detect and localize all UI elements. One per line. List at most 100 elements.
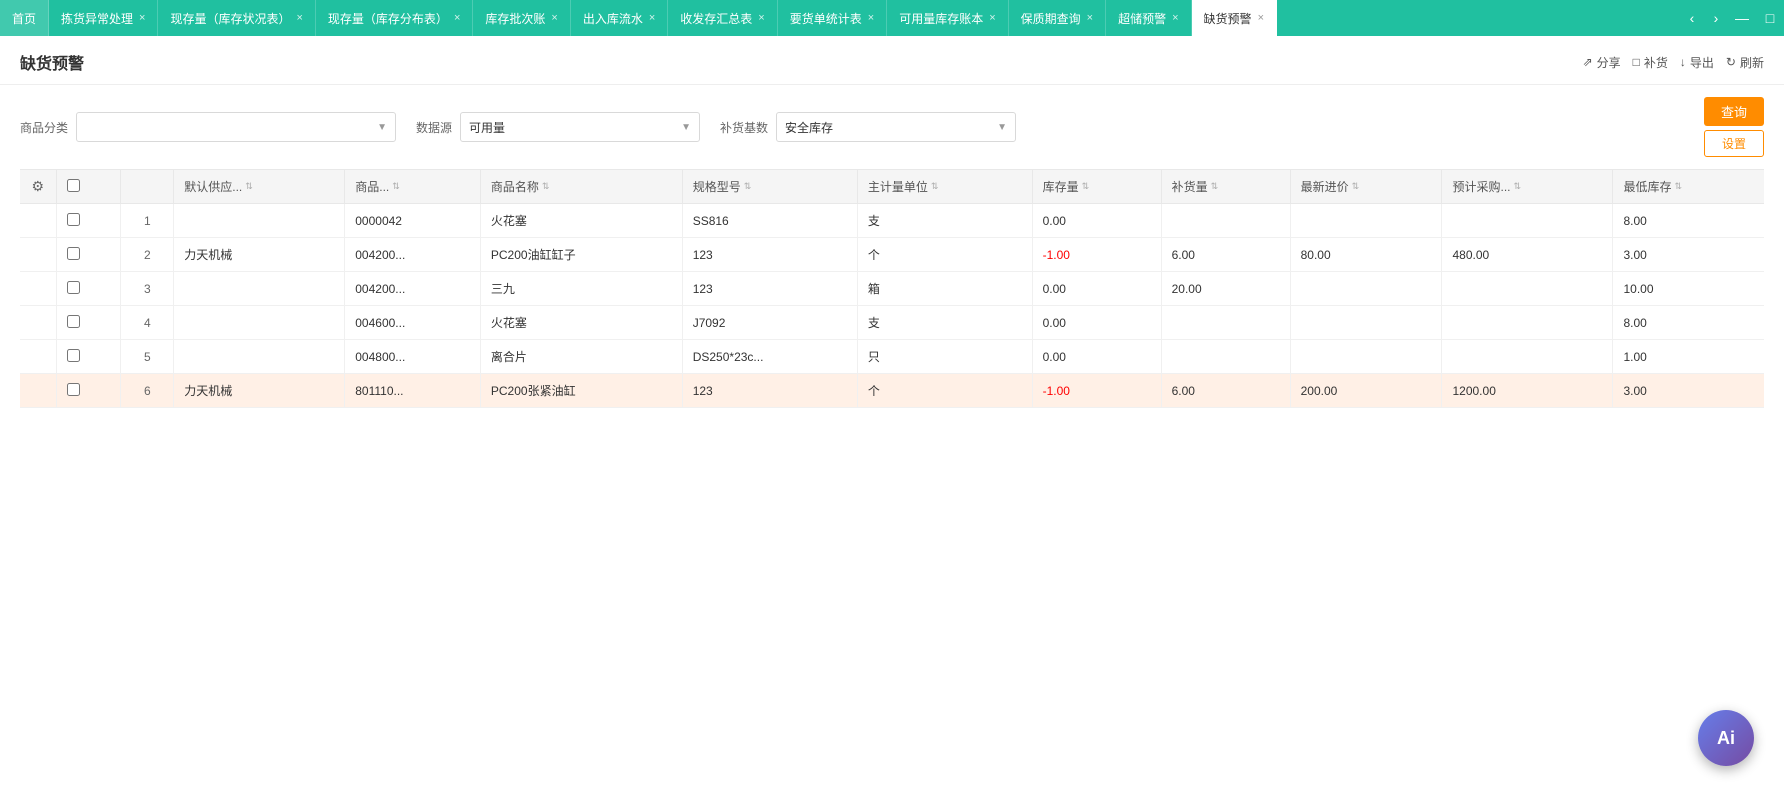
close-icon[interactable]: ×	[1172, 12, 1178, 24]
col-replenish: 补货量 ⇅	[1161, 170, 1290, 204]
col-unit: 主计量单位 ⇅	[857, 170, 1032, 204]
tab-batch-account[interactable]: 库存批次账 ×	[473, 0, 570, 36]
table-row[interactable]: 5 004800... 离合片 DS250*23c... 只 0.00 1.00	[20, 340, 1764, 374]
export-button[interactable]: ↓ 导出	[1680, 54, 1714, 71]
close-icon[interactable]: ×	[649, 12, 655, 24]
tab-summary[interactable]: 收发存汇总表 ×	[668, 0, 777, 36]
filter-group-category: 商品分类 ▼	[20, 112, 396, 142]
row-item-name: 火花塞	[480, 204, 682, 238]
row-select-checkbox[interactable]	[67, 383, 80, 396]
row-stock: 0.00	[1032, 204, 1161, 238]
sort-replenish[interactable]: 补货量 ⇅	[1172, 178, 1219, 195]
sort-min-stock[interactable]: 最低库存 ⇅	[1623, 178, 1682, 195]
table-row[interactable]: 1 0000042 火花塞 SS816 支 0.00 8.00	[20, 204, 1764, 238]
datasource-select[interactable]: 可用量 ▼	[460, 112, 700, 142]
row-estimated-purchase	[1442, 306, 1613, 340]
table-row[interactable]: 2 力天机械 004200... PC200油缸缸子 123 个 -1.00 6…	[20, 238, 1764, 272]
row-spec: 123	[682, 374, 857, 408]
close-icon[interactable]: ×	[139, 12, 145, 24]
row-select-checkbox[interactable]	[67, 315, 80, 328]
category-select[interactable]: ▼	[76, 112, 396, 142]
datasource-label: 数据源	[416, 119, 452, 136]
tab-home[interactable]: 首页	[0, 0, 49, 36]
tab-inventory-dist[interactable]: 现存量（库存分布表） ×	[316, 0, 473, 36]
row-min-stock: 8.00	[1613, 204, 1764, 238]
close-icon[interactable]: ×	[296, 12, 302, 24]
chevron-down-icon: ▼	[681, 122, 691, 133]
close-icon[interactable]: ×	[989, 12, 995, 24]
row-stock: 0.00	[1032, 272, 1161, 306]
refresh-button[interactable]: ↻ 刷新	[1726, 54, 1764, 71]
col-stock: 库存量 ⇅	[1032, 170, 1161, 204]
table-row[interactable]: 6 力天机械 801110... PC200张紧油缸 123 个 -1.00 6…	[20, 374, 1764, 408]
replenish-base-select[interactable]: 安全库存 ▼	[776, 112, 1016, 142]
select-all-checkbox[interactable]	[67, 179, 80, 192]
row-spec: J7092	[682, 306, 857, 340]
row-select-checkbox[interactable]	[67, 281, 80, 294]
tab-scroll-left[interactable]: ‹	[1680, 0, 1704, 36]
row-select-checkbox[interactable]	[67, 213, 80, 226]
ai-assistant-button[interactable]: Ai	[1698, 710, 1754, 766]
tab-pick-exception[interactable]: 拣货异常处理 ×	[49, 0, 158, 36]
sort-stock[interactable]: 库存量 ⇅	[1043, 178, 1090, 195]
tab-scroll-right[interactable]: ›	[1704, 0, 1728, 36]
row-latest-price	[1290, 272, 1442, 306]
main-content: 缺货预警 ⇗ 分享 □ 补货 ↓ 导出 ↻ 刷新 商品分类	[0, 36, 1784, 796]
table-row[interactable]: 3 004200... 三九 123 箱 0.00 20.00 10.00	[20, 272, 1764, 306]
sort-unit[interactable]: 主计量单位 ⇅	[868, 178, 939, 195]
table-row[interactable]: 4 004600... 火花塞 J7092 支 0.00 8.00	[20, 306, 1764, 340]
settings-button[interactable]: 设置	[1704, 130, 1764, 157]
row-replenish	[1161, 204, 1290, 238]
row-item-code: 004200...	[345, 238, 481, 272]
tab-shortage[interactable]: 缺货预警 ×	[1192, 0, 1277, 36]
row-spec: 123	[682, 238, 857, 272]
row-supplier	[174, 272, 345, 306]
tab-available-stock[interactable]: 可用量库存账本 ×	[887, 0, 1008, 36]
close-icon[interactable]: ×	[868, 12, 874, 24]
sort-item-name[interactable]: 商品名称 ⇅	[491, 178, 550, 195]
filter-row: 商品分类 ▼ 数据源 可用量 ▼ 补货基数 安全库存 ▼ 查询 设置	[0, 85, 1784, 169]
tab-flow[interactable]: 出入库流水 ×	[571, 0, 668, 36]
export-icon: ↓	[1680, 55, 1686, 69]
close-icon[interactable]: ×	[1258, 12, 1264, 24]
share-button[interactable]: ⇗ 分享	[1583, 54, 1621, 71]
tab-overstock[interactable]: 超储预警 ×	[1106, 0, 1191, 36]
row-replenish	[1161, 306, 1290, 340]
tab-order-stats[interactable]: 要货单统计表 ×	[778, 0, 887, 36]
row-supplier: 力天机械	[174, 238, 345, 272]
tab-expiry[interactable]: 保质期查询 ×	[1009, 0, 1106, 36]
tab-inventory-status[interactable]: 现存量（库存状况表） ×	[158, 0, 315, 36]
row-unit: 只	[857, 340, 1032, 374]
row-item-name: PC200张紧油缸	[480, 374, 682, 408]
col-supplier: 默认供应... ⇅	[174, 170, 345, 204]
sort-latest-price[interactable]: 最新进价 ⇅	[1301, 178, 1360, 195]
row-replenish: 6.00	[1161, 374, 1290, 408]
filter-group-datasource: 数据源 可用量 ▼	[416, 112, 700, 142]
close-icon[interactable]: ×	[758, 12, 764, 24]
col-latest-price: 最新进价 ⇅	[1290, 170, 1442, 204]
query-button[interactable]: 查询	[1704, 97, 1764, 126]
sort-supplier[interactable]: 默认供应... ⇅	[184, 178, 253, 195]
sort-item-code[interactable]: 商品... ⇅	[355, 178, 400, 195]
row-min-stock: 1.00	[1613, 340, 1764, 374]
close-icon[interactable]: ×	[454, 12, 460, 24]
row-supplier	[174, 306, 345, 340]
action-buttons: 查询 设置	[1704, 97, 1764, 157]
window-minimize[interactable]: —	[1728, 0, 1756, 36]
replenish-button[interactable]: □ 补货	[1633, 54, 1668, 71]
col-spec: 规格型号 ⇅	[682, 170, 857, 204]
close-icon[interactable]: ×	[1087, 12, 1093, 24]
row-spec: SS816	[682, 204, 857, 238]
sort-estimated-purchase[interactable]: 预计采购... ⇅	[1452, 178, 1521, 195]
window-maximize[interactable]: □	[1756, 0, 1784, 36]
row-item-name: 火花塞	[480, 306, 682, 340]
sort-spec[interactable]: 规格型号 ⇅	[693, 178, 752, 195]
sort-icon: ⇅	[542, 181, 550, 192]
row-select-checkbox[interactable]	[67, 247, 80, 260]
sort-icon: ⇅	[1082, 181, 1090, 192]
gear-icon[interactable]: ⚙	[31, 178, 44, 194]
row-latest-price	[1290, 306, 1442, 340]
row-gear	[20, 306, 56, 340]
row-select-checkbox[interactable]	[67, 349, 80, 362]
close-icon[interactable]: ×	[551, 12, 557, 24]
